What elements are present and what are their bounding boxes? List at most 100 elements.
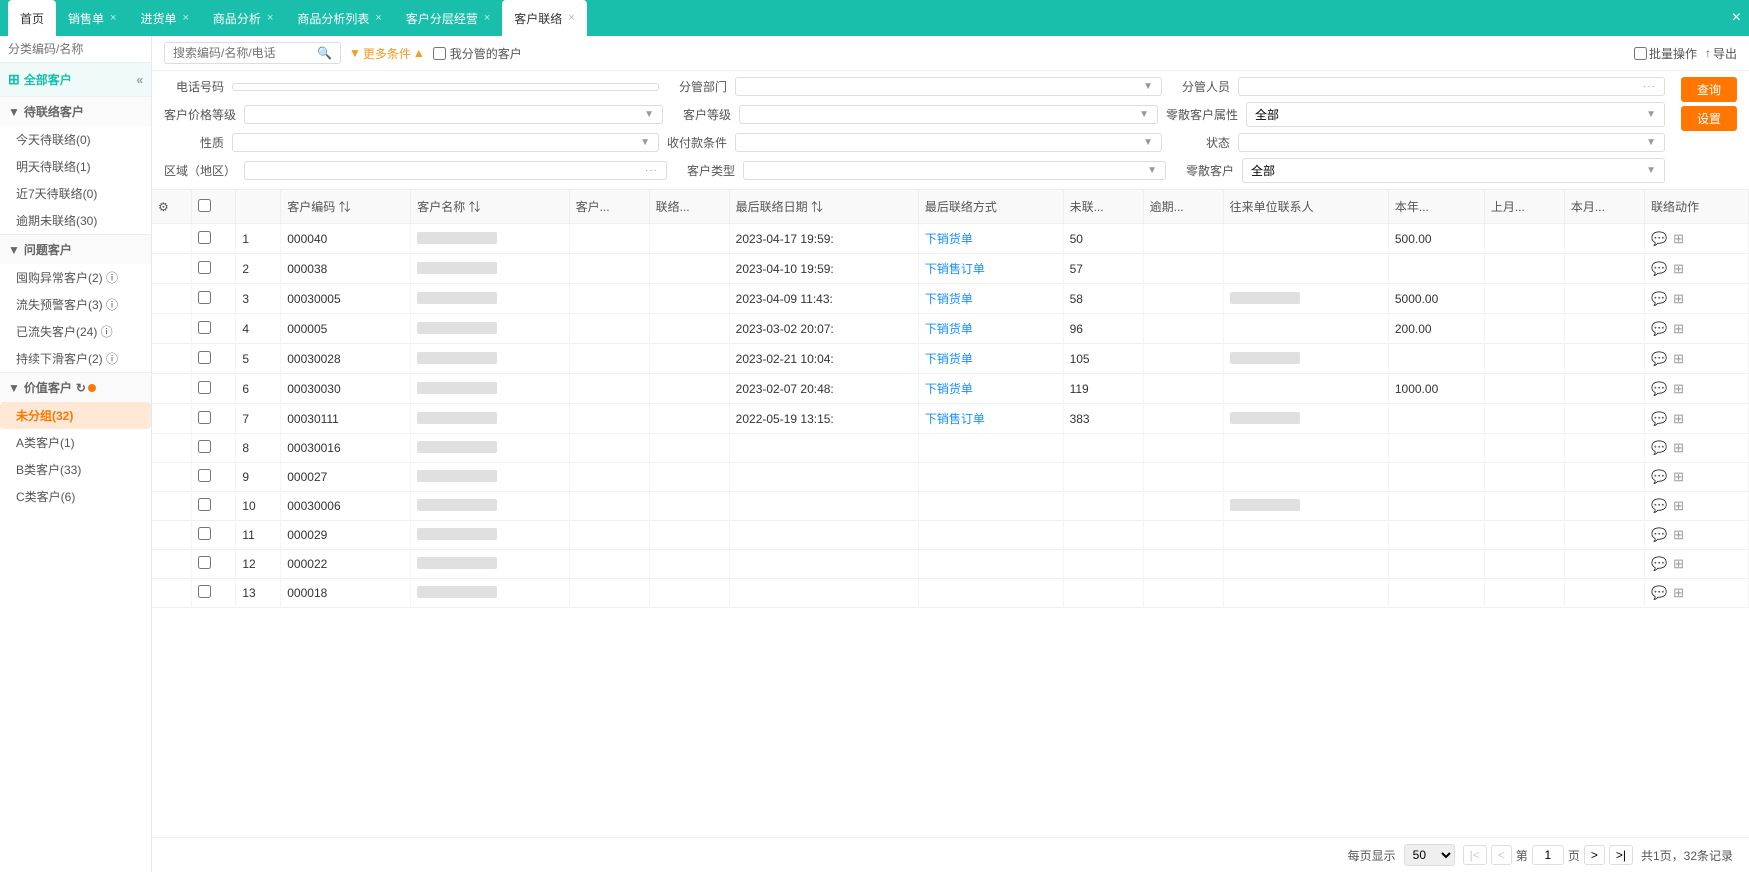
row-select-checkbox[interactable] — [198, 498, 211, 511]
grid-action-icon[interactable]: ⊞ — [1673, 585, 1684, 601]
row-last-method[interactable]: 下销货单 — [918, 224, 1063, 254]
checkbox-col[interactable] — [192, 190, 236, 224]
chat-icon[interactable]: 💬 — [1651, 321, 1667, 337]
close-customer-contact-tab[interactable]: × — [568, 12, 574, 24]
grid-action-icon[interactable]: ⊞ — [1673, 261, 1684, 277]
row-select-checkbox[interactable] — [198, 381, 211, 394]
chat-icon[interactable]: 💬 — [1651, 291, 1667, 307]
tab-customer-contact[interactable]: 客户联络 × — [502, 0, 586, 36]
payment-select[interactable]: ▼ — [735, 133, 1162, 152]
row-checkbox[interactable] — [192, 314, 236, 344]
tab-customer-segment[interactable]: 客户分层经营 × — [394, 0, 502, 36]
tab-purchase[interactable]: 进货单 × — [128, 0, 200, 36]
sidebar-item-7days[interactable]: 近7天待联络(0) — [0, 180, 151, 207]
row-checkbox[interactable] — [192, 521, 236, 550]
grid-action-icon[interactable]: ⊞ — [1673, 351, 1684, 367]
last-date-col[interactable]: 最后联络日期 ⇅ — [729, 190, 918, 224]
row-checkbox[interactable] — [192, 284, 236, 314]
reset-button[interactable]: 设置 — [1681, 106, 1737, 131]
customer-type-select[interactable]: ▼ — [743, 161, 1166, 180]
row-select-checkbox[interactable] — [198, 351, 211, 364]
row-checkbox[interactable] — [192, 550, 236, 579]
row-checkbox[interactable] — [192, 374, 236, 404]
price-grade-select[interactable]: ▼ — [244, 105, 663, 124]
first-page-btn[interactable]: |< — [1463, 845, 1487, 865]
refresh-value-icon[interactable]: ↻ — [76, 381, 86, 395]
page-size-select[interactable]: 50 100 — [1404, 844, 1455, 866]
row-select-checkbox[interactable] — [198, 440, 211, 453]
sidebar-item-class-b[interactable]: B类客户(33) — [0, 456, 151, 483]
sidebar-item-tomorrow[interactable]: 明天待联络(1) — [0, 153, 151, 180]
close-sales-tab[interactable]: × — [110, 12, 116, 24]
sidebar-item-class-a[interactable]: A类客户(1) — [0, 429, 151, 456]
sidebar-all-customers[interactable]: ⊞ 全部客户 « — [0, 63, 151, 96]
row-checkbox[interactable] — [192, 344, 236, 374]
chat-icon[interactable]: 💬 — [1651, 556, 1667, 572]
export-btn[interactable]: ↑ 导出 — [1705, 45, 1737, 62]
more-filters-btn[interactable]: ▼ 更多条件 ▲ — [349, 45, 425, 62]
sidebar-item-today[interactable]: 今天待联络(0) — [0, 126, 151, 153]
grid-action-icon[interactable]: ⊞ — [1673, 440, 1684, 456]
row-last-method[interactable]: 下销售订单 — [918, 254, 1063, 284]
this-month-col[interactable]: 本月... — [1564, 190, 1644, 224]
sidebar-section-value[interactable]: ▼ 价值客户 ↻ — [0, 372, 151, 402]
sidebar-item-declining[interactable]: 持续下滑客户(2) ⓘ — [0, 345, 151, 372]
code-col[interactable]: 客户编码 ⇅ — [281, 190, 411, 224]
chat-icon[interactable]: 💬 — [1651, 585, 1667, 601]
row-checkbox[interactable] — [192, 404, 236, 434]
batch-op-btn[interactable]: 批量操作 — [1634, 45, 1697, 62]
last-method-col[interactable]: 最后联络方式 — [918, 190, 1063, 224]
grid-action-icon[interactable]: ⊞ — [1673, 381, 1684, 397]
row-select-checkbox[interactable] — [198, 469, 211, 482]
close-customer-segment-tab[interactable]: × — [484, 12, 490, 24]
tab-product-list[interactable]: 商品分析列表 × — [285, 0, 393, 36]
select-all-checkbox[interactable] — [198, 199, 211, 212]
chat-icon[interactable]: 💬 — [1651, 411, 1667, 427]
row-last-method[interactable] — [918, 579, 1063, 608]
row-last-method[interactable] — [918, 492, 1063, 521]
row-checkbox[interactable] — [192, 492, 236, 521]
next-page-btn[interactable]: > — [1584, 845, 1605, 865]
close-product-list-tab[interactable]: × — [375, 12, 381, 24]
grid-action-icon[interactable]: ⊞ — [1673, 291, 1684, 307]
sidebar-section-problem[interactable]: ▼ 问题客户 — [0, 234, 151, 264]
my-customers-toggle[interactable]: 我分管的客户 — [433, 45, 522, 62]
row-select-checkbox[interactable] — [198, 261, 211, 274]
row-last-method[interactable]: 下销货单 — [918, 314, 1063, 344]
grid-action-icon[interactable]: ⊞ — [1673, 411, 1684, 427]
scattered-select[interactable]: 全部▼ — [1242, 158, 1665, 183]
this-year-col[interactable]: 本年... — [1388, 190, 1484, 224]
row-select-checkbox[interactable] — [198, 556, 211, 569]
grid-action-icon[interactable]: ⊞ — [1673, 527, 1684, 543]
row-last-method[interactable]: 下销售订单 — [918, 404, 1063, 434]
sidebar-section-waiting[interactable]: ▼ 待联络客户 — [0, 96, 151, 126]
grid-action-icon[interactable]: ⊞ — [1673, 321, 1684, 337]
row-select-checkbox[interactable] — [198, 291, 211, 304]
chat-icon[interactable]: 💬 — [1651, 498, 1667, 514]
row-last-method[interactable] — [918, 463, 1063, 492]
row-checkbox[interactable] — [192, 434, 236, 463]
last-month-col[interactable]: 上月... — [1484, 190, 1564, 224]
row-select-checkbox[interactable] — [198, 321, 211, 334]
grid-action-icon[interactable]: ⊞ — [1673, 469, 1684, 485]
row-checkbox[interactable] — [192, 463, 236, 492]
sidebar-collapse-icon[interactable]: « — [136, 73, 143, 87]
row-last-method[interactable] — [918, 521, 1063, 550]
batch-checkbox[interactable] — [1634, 47, 1647, 60]
sidebar-item-warning[interactable]: 流失预警客户(3) ⓘ — [0, 291, 151, 318]
uncontacted-col[interactable]: 未联... — [1063, 190, 1143, 224]
row-last-method[interactable] — [918, 434, 1063, 463]
customer-grade-select[interactable]: ▼ — [739, 105, 1158, 124]
close-product-analysis-tab[interactable]: × — [267, 12, 273, 24]
row-select-checkbox[interactable] — [198, 231, 211, 244]
sidebar-item-ungroup[interactable]: 未分组(32) — [0, 402, 151, 429]
filter-search-input[interactable] — [173, 46, 313, 60]
close-purchase-tab[interactable]: × — [182, 12, 188, 24]
dept-select[interactable]: ▼ — [735, 77, 1162, 96]
row-last-method[interactable]: 下销货单 — [918, 284, 1063, 314]
chat-icon[interactable]: 💬 — [1651, 231, 1667, 247]
sidebar-item-abnormal[interactable]: 囤购异常客户(2) ⓘ — [0, 264, 151, 291]
contacts-col[interactable]: 往来单位联系人 — [1223, 190, 1388, 224]
region-select[interactable]: ··· — [244, 161, 667, 180]
chat-icon[interactable]: 💬 — [1651, 261, 1667, 277]
